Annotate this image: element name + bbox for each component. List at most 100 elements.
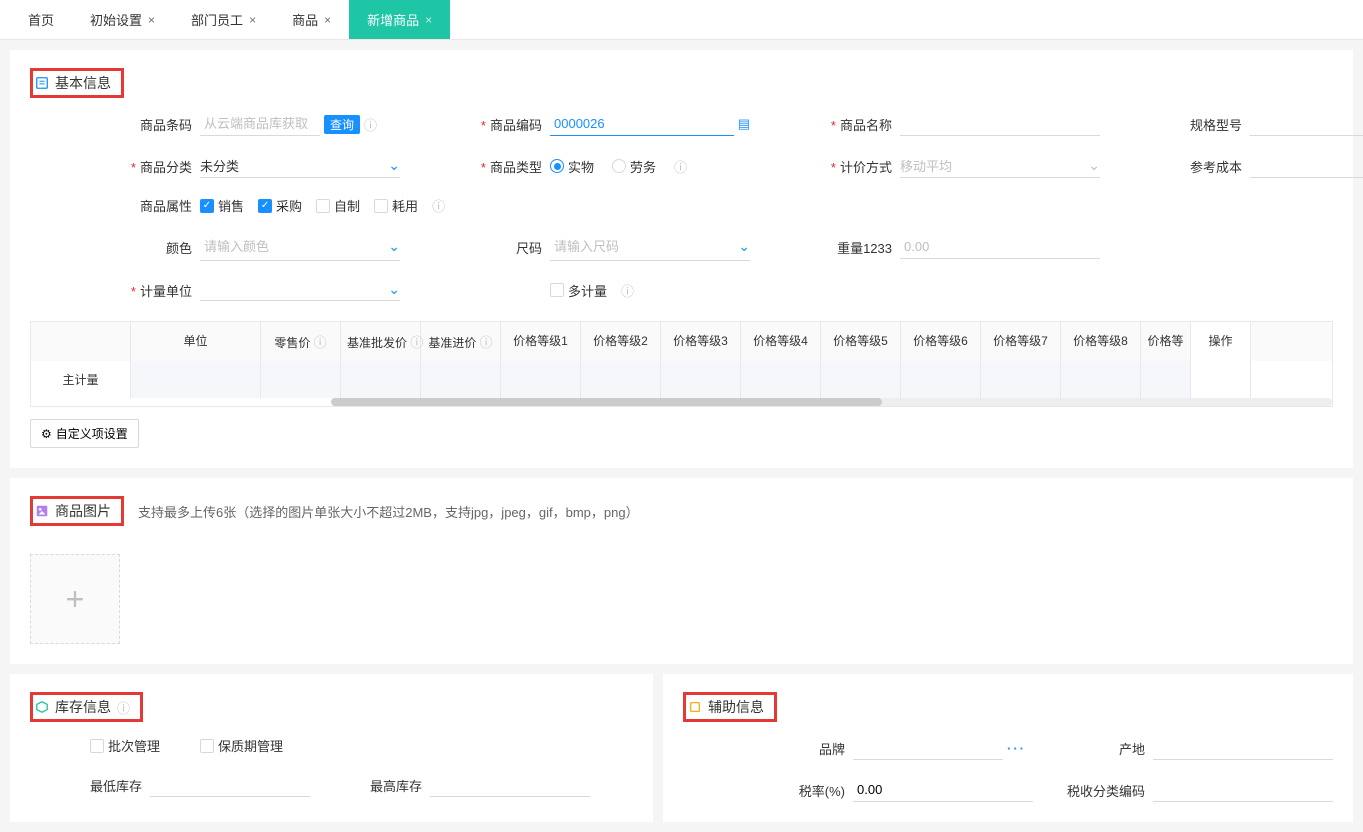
label-unit: 计量单位: [50, 281, 200, 300]
chk-multi-unit[interactable]: 多计量: [550, 281, 607, 300]
label-color: 颜色: [50, 238, 200, 257]
min-stock-input[interactable]: [150, 773, 310, 797]
label-pricing-method: 计价方式: [750, 157, 900, 176]
label-type: 商品类型: [400, 157, 550, 176]
panel-images: 商品图片 支持最多上传6张（选择的图片单张大小不超过2MB，支持jpg，jpeg…: [10, 478, 1353, 664]
chk-selfmade[interactable]: 自制: [316, 196, 360, 215]
ref-cost-input[interactable]: [1250, 154, 1363, 178]
brand-input[interactable]: [853, 736, 1003, 760]
help-icon[interactable]: ⓘ: [432, 196, 445, 215]
barcode-query-button[interactable]: 查询: [324, 115, 360, 134]
help-icon[interactable]: ⓘ: [117, 698, 130, 717]
td-l5[interactable]: [821, 361, 901, 398]
chevron-down-icon: ⌄: [1088, 157, 1100, 174]
chevron-down-icon: ⌄: [738, 238, 750, 255]
td-l8[interactable]: [1061, 361, 1141, 398]
images-note: 支持最多上传6张（选择的图片单张大小不超过2MB，支持jpg，jpeg，gif，…: [138, 502, 639, 521]
chk-consume[interactable]: 耗用: [374, 196, 418, 215]
help-icon[interactable]: ⓘ: [621, 281, 634, 300]
td-l2[interactable]: [581, 361, 661, 398]
panel-basic: 基本信息 商品条码 查询 ⓘ 商品编码 ▤ 商品名称 规格型号 商品分类 未分类…: [10, 50, 1353, 468]
brand-picker-button[interactable]: ···: [1007, 741, 1026, 756]
section-title-basic: 基本信息: [55, 73, 111, 93]
max-stock-input[interactable]: [430, 773, 590, 797]
size-select[interactable]: ⌄: [550, 233, 750, 261]
custom-settings-button[interactable]: ⚙ 自定义项设置: [30, 419, 139, 448]
image-icon: [35, 504, 49, 518]
chk-shelf-life[interactable]: 保质期管理: [200, 736, 283, 755]
scan-icon[interactable]: ▤: [738, 116, 750, 132]
label-brand: 品牌: [733, 739, 853, 758]
name-input[interactable]: [900, 112, 1100, 136]
label-min-stock: 最低库存: [30, 776, 150, 795]
chk-sale[interactable]: ✓销售: [200, 196, 244, 215]
th-l8: 价格等级8: [1061, 322, 1141, 361]
taxrate-input[interactable]: [853, 778, 1033, 802]
label-taxcode: 税收分类编码: [1033, 781, 1153, 800]
th-l-more: 价格等: [1141, 322, 1191, 361]
color-select[interactable]: ⌄: [200, 233, 400, 261]
td-l7[interactable]: [981, 361, 1061, 398]
label-max-stock: 最高库存: [310, 776, 430, 795]
th-l6: 价格等级6: [901, 322, 981, 361]
weight-input[interactable]: [900, 235, 1100, 259]
td-more[interactable]: [1141, 361, 1191, 398]
close-icon[interactable]: ×: [249, 13, 256, 27]
label-spec: 规格型号: [1100, 115, 1250, 134]
td-retail[interactable]: [261, 361, 341, 398]
help-icon[interactable]: ⓘ: [674, 157, 687, 176]
th-blank: [31, 322, 131, 361]
chevron-down-icon: ⌄: [388, 157, 400, 174]
close-icon[interactable]: ×: [425, 13, 432, 27]
category-select[interactable]: 未分类 ⌄: [200, 154, 400, 178]
chevron-down-icon: ⌄: [388, 238, 400, 255]
th-l2: 价格等级2: [581, 322, 661, 361]
tab-products[interactable]: 商品×: [274, 0, 349, 39]
close-icon[interactable]: ×: [324, 13, 331, 27]
label-attributes: 商品属性: [50, 196, 200, 215]
help-icon[interactable]: ⓘ: [314, 335, 327, 350]
tab-bar: 首页 初始设置× 部门员工× 商品× 新增商品×: [0, 0, 1363, 40]
origin-input[interactable]: [1153, 736, 1333, 760]
code-input[interactable]: [550, 112, 734, 136]
label-weight: 重量1233: [750, 238, 900, 257]
price-table: 单位 零售价 ⓘ 基准批发价 ⓘ 基准进价 ⓘ 价格等级1 价格等级2 价格等级…: [30, 321, 1333, 407]
label-origin: 产地: [1033, 739, 1153, 758]
chk-batch[interactable]: 批次管理: [90, 736, 160, 755]
form-icon: [35, 76, 49, 90]
tab-dept-staff[interactable]: 部门员工×: [173, 0, 274, 39]
th-l3: 价格等级3: [661, 322, 741, 361]
taxcode-input[interactable]: [1153, 778, 1333, 802]
radio-service[interactable]: 劳务: [612, 157, 656, 176]
td-l3[interactable]: [661, 361, 741, 398]
tab-init-settings[interactable]: 初始设置×: [72, 0, 173, 39]
box-icon: [35, 700, 49, 714]
td-l6[interactable]: [901, 361, 981, 398]
h-scrollbar[interactable]: [331, 398, 1332, 406]
th-purchase: 基准进价 ⓘ: [421, 322, 501, 361]
upload-image-button[interactable]: +: [30, 554, 120, 644]
td-purchase[interactable]: [421, 361, 501, 398]
td-action[interactable]: [1191, 361, 1251, 398]
tag-icon: [688, 700, 702, 714]
tab-home[interactable]: 首页: [10, 0, 72, 39]
pricing-method-select[interactable]: 移动平均 ⌄: [900, 154, 1100, 178]
chk-purchase[interactable]: ✓采购: [258, 196, 302, 215]
label-name: 商品名称: [750, 115, 900, 134]
label-ref-cost: 参考成本: [1100, 157, 1250, 176]
th-unit: 单位: [131, 322, 261, 361]
tab-add-product[interactable]: 新增商品×: [349, 0, 450, 39]
section-title-images: 商品图片: [55, 501, 111, 521]
spec-input[interactable]: [1250, 112, 1363, 136]
help-icon[interactable]: ⓘ: [364, 115, 377, 134]
td-unit[interactable]: [131, 361, 261, 398]
td-wholesale[interactable]: [341, 361, 421, 398]
td-l4[interactable]: [741, 361, 821, 398]
unit-select[interactable]: ⌄: [200, 279, 400, 301]
barcode-input[interactable]: [200, 112, 320, 136]
label-taxrate: 税率(%): [733, 781, 853, 800]
help-icon[interactable]: ⓘ: [480, 335, 493, 350]
td-l1[interactable]: [501, 361, 581, 398]
close-icon[interactable]: ×: [148, 13, 155, 27]
radio-physical[interactable]: 实物: [550, 157, 594, 176]
